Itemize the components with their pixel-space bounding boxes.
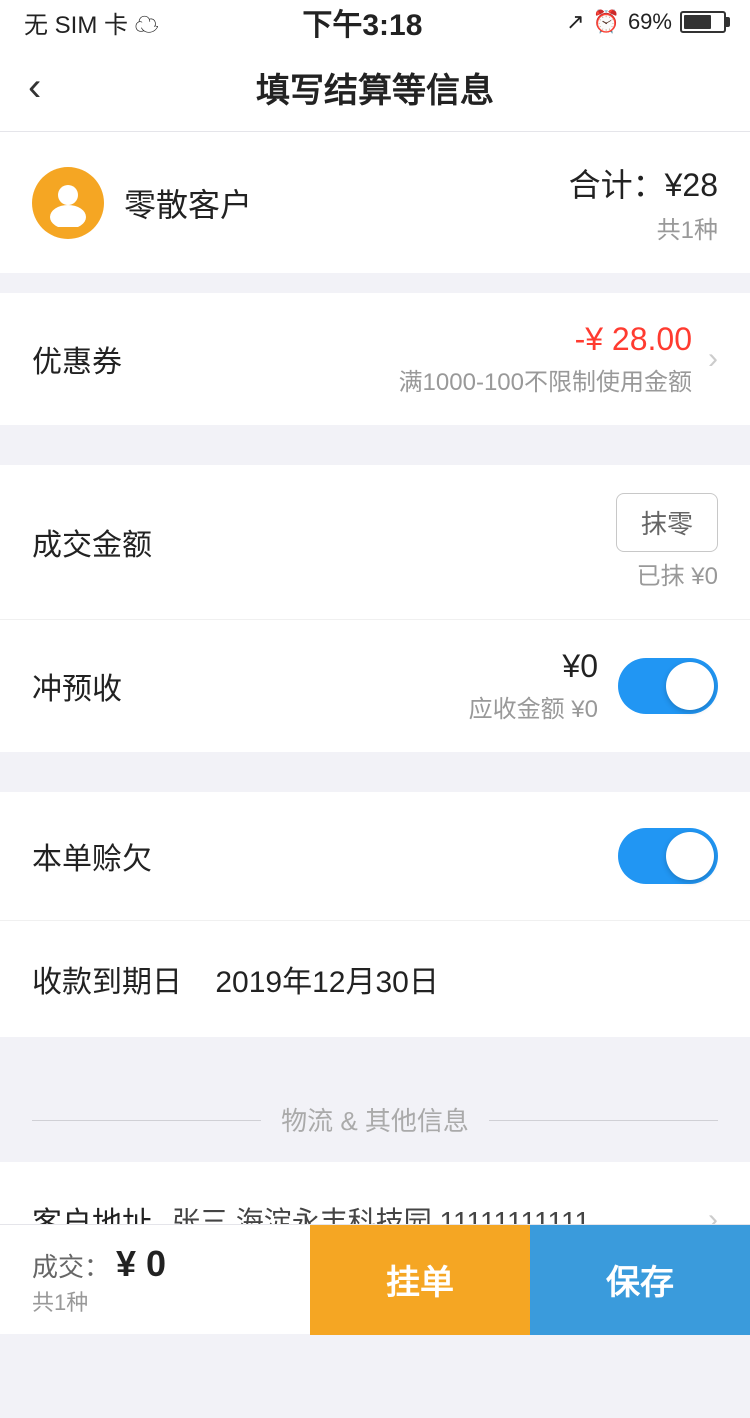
coupon-card[interactable]: 优惠券 -¥ 28.00 满1000-100不限制使用金额 ›	[0, 293, 750, 425]
chevron-right-icon: ›	[708, 342, 718, 376]
prepay-right: ¥0 应收金额 ¥0	[469, 648, 718, 724]
due-date-label: 收款到期日 2019年12月30日	[32, 966, 439, 999]
transaction-right: 0 抹零 已抹 ¥0	[544, 493, 718, 591]
transaction-value-wrap: 0 抹零 已抹 ¥0	[544, 493, 718, 591]
save-button[interactable]: 保存	[530, 1225, 750, 1335]
transaction-sub: 已抹 ¥0	[544, 556, 718, 591]
prepay-toggle[interactable]	[618, 658, 718, 714]
section-separator-1	[0, 445, 750, 465]
alarm-icon: ⏰	[593, 9, 620, 35]
bottom-count: 共1种	[32, 1285, 278, 1317]
debt-row: 本单赊欠	[0, 792, 750, 920]
transaction-row: 成交金额 0 抹零 已抹 ¥0	[0, 465, 750, 619]
transaction-card: 成交金额 0 抹零 已抹 ¥0 冲预收 ¥0 应收金额 ¥0	[0, 465, 750, 752]
hang-button[interactable]: 挂单	[310, 1225, 530, 1335]
debt-label: 本单赊欠	[32, 834, 152, 878]
prepay-sub: 应收金额 ¥0	[469, 689, 598, 724]
status-time: 下午3:18	[302, 0, 422, 44]
due-date-row: 收款到期日 2019年12月30日	[0, 920, 750, 1037]
customer-info: 零散客户	[32, 167, 252, 239]
coupon-right: -¥ 28.00 满1000-100不限制使用金额 ›	[399, 321, 718, 397]
due-label-text: 收款到期日	[32, 966, 182, 999]
logistics-separator	[0, 1057, 750, 1077]
no-sim-text: 无 SIM 卡 ☁	[24, 5, 159, 40]
debt-toggle-knob	[666, 832, 714, 880]
prepay-label: 冲预收	[32, 664, 122, 708]
customer-name: 零散客户	[124, 180, 252, 226]
bottom-amount: ¥ 0	[116, 1243, 166, 1285]
total-count: 共1种	[569, 210, 718, 245]
avatar-icon	[44, 179, 92, 227]
back-button[interactable]: ‹	[28, 65, 41, 110]
prepay-value-wrap: ¥0 应收金额 ¥0	[469, 648, 598, 724]
coupon-value-wrap: -¥ 28.00 满1000-100不限制使用金额	[399, 321, 692, 397]
transaction-input[interactable]: 0	[544, 502, 604, 544]
status-bar: 无 SIM 卡 ☁ 下午3:18 ↗ ⏰ 69%	[0, 0, 750, 44]
bottom-bar: 成交： ¥ 0 共1种 挂单 保存	[0, 1224, 750, 1334]
bottom-deal-label: 成交：	[32, 1247, 110, 1284]
battery-icon	[680, 11, 726, 33]
location-icon: ↗	[566, 9, 584, 35]
prepay-amount: ¥0	[469, 648, 598, 685]
status-left: 无 SIM 卡 ☁	[24, 5, 159, 40]
coupon-row[interactable]: 优惠券 -¥ 28.00 满1000-100不限制使用金额 ›	[0, 293, 750, 425]
page-title: 填写结算等信息	[256, 63, 494, 112]
status-right: ↗ ⏰ 69%	[566, 9, 726, 35]
logistics-header: 物流 & 其他信息	[0, 1077, 750, 1162]
customer-card: 零散客户 合计：¥28 共1种	[0, 132, 750, 273]
coupon-label: 优惠券	[32, 337, 122, 381]
due-date-value: 2019年12月30日	[215, 966, 438, 999]
round-off-button[interactable]: 抹零	[616, 493, 718, 552]
debt-toggle[interactable]	[618, 828, 718, 884]
transaction-label: 成交金额	[32, 520, 152, 564]
section-separator-2	[0, 772, 750, 792]
coupon-subtext: 满1000-100不限制使用金额	[399, 362, 692, 397]
avatar	[32, 167, 104, 239]
debt-card: 本单赊欠 收款到期日 2019年12月30日	[0, 792, 750, 1037]
nav-bar: ‹ 填写结算等信息	[0, 44, 750, 132]
coupon-discount: -¥ 28.00	[399, 321, 692, 358]
toggle-knob	[666, 662, 714, 710]
battery-percent: 69%	[628, 9, 672, 35]
total-price: 合计：¥28	[569, 160, 718, 206]
prepay-row: 冲预收 ¥0 应收金额 ¥0	[0, 619, 750, 752]
logistics-header-text: 物流 & 其他信息	[261, 1101, 489, 1138]
customer-row: 零散客户 合计：¥28 共1种	[0, 132, 750, 273]
bottom-summary: 成交： ¥ 0 共1种	[0, 1243, 310, 1317]
customer-summary: 合计：¥28 共1种	[569, 160, 718, 245]
